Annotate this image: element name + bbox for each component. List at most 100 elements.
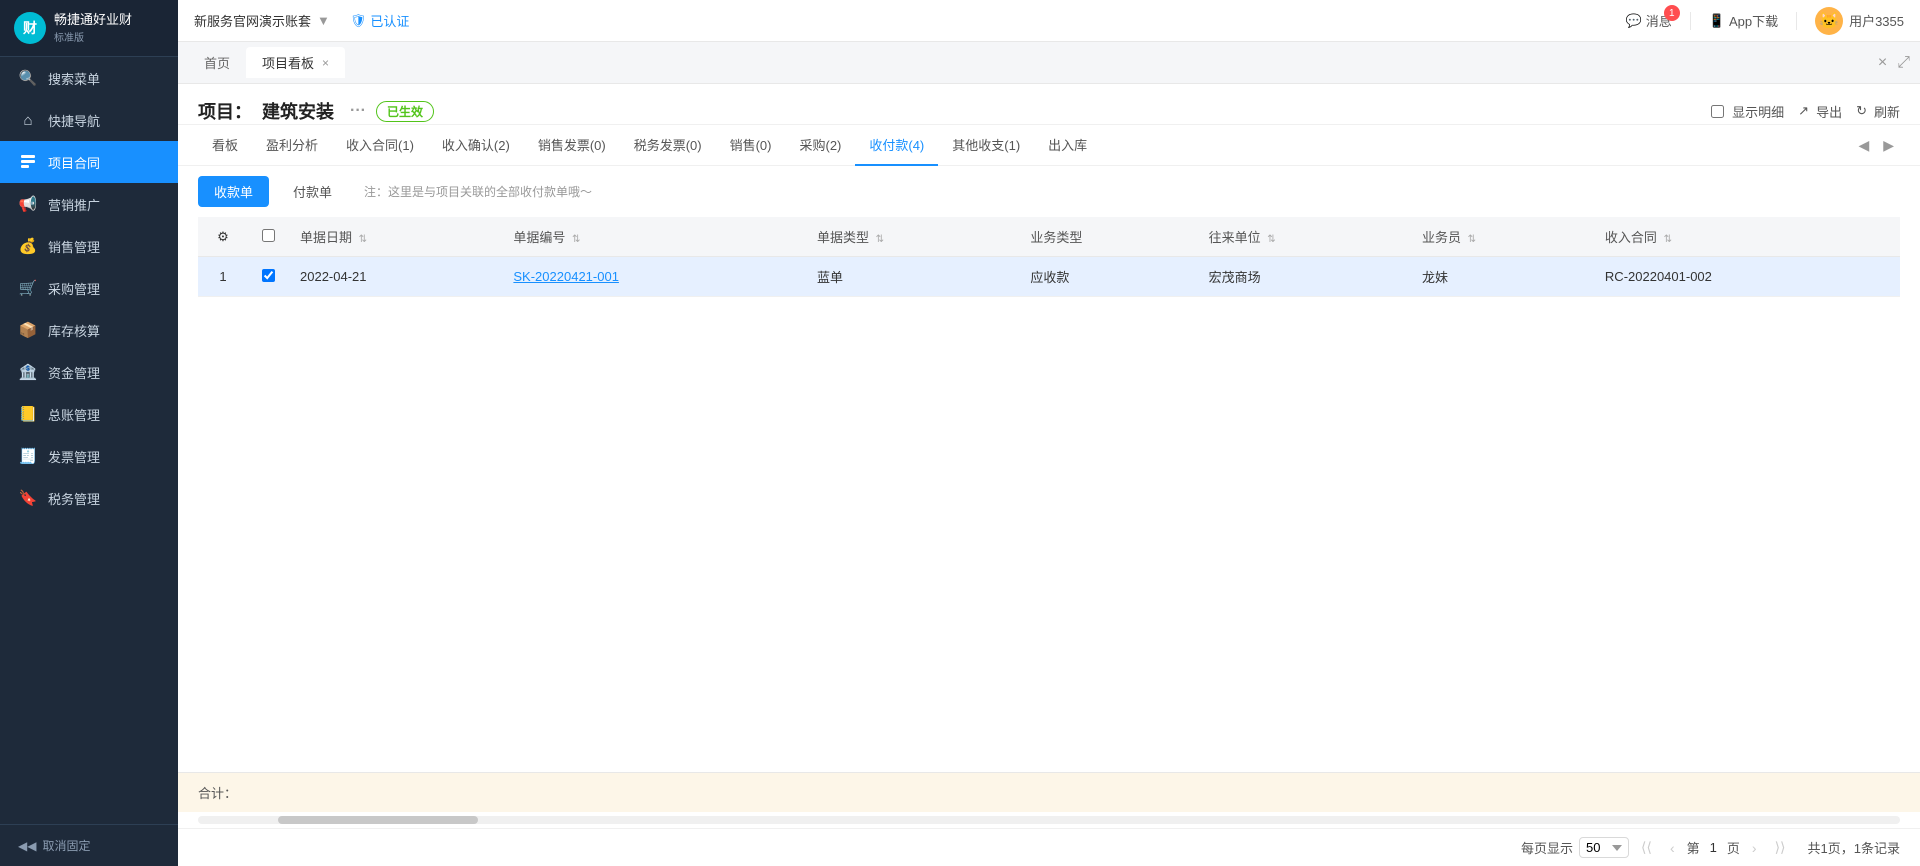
sidebar-item-fund[interactable]: 🏦 资金管理	[0, 351, 178, 393]
sort-icon6: ⇅	[1664, 234, 1672, 245]
sidebar-item-tax[interactable]: 🔖 税务管理	[0, 477, 178, 519]
row-partner: 宏茂商场	[1197, 257, 1410, 297]
show-detail-toggle[interactable]: 显示明细	[1711, 102, 1784, 121]
page-size-select[interactable]: 50 100 200	[1579, 837, 1629, 858]
message-icon: 💬	[1626, 13, 1642, 29]
app-logo-text: 畅捷通好业财 标准版	[54, 12, 132, 44]
row-salesman: 龙妹	[1410, 257, 1593, 297]
row-checkbox-cell	[248, 257, 288, 297]
sidebar-item-purchase[interactable]: 🛒 采购管理	[0, 267, 178, 309]
col-partner[interactable]: 往来单位 ⇅	[1197, 217, 1410, 257]
prev-page-button[interactable]: ‹	[1664, 838, 1681, 858]
divider	[1690, 12, 1691, 30]
avatar: 🐱	[1815, 7, 1843, 35]
sub-tabs-arrows: ◀ ▶	[1852, 133, 1900, 158]
inner-tab-payment[interactable]: 付款单	[277, 176, 348, 207]
divider2	[1796, 12, 1797, 30]
page-title: 项目：建筑安装 ··· 已生效	[198, 98, 434, 124]
sidebar-scroll: 🔍 搜索菜单 ⌂ 快捷导航 项目合同 📢 营销推广 💰 销售管理 🛒 采购管理 …	[0, 57, 178, 824]
col-salesman[interactable]: 业务员 ⇅	[1410, 217, 1593, 257]
next-page-button[interactable]: ›	[1746, 838, 1763, 858]
shield-icon: 🛡	[350, 13, 367, 29]
tab-close-icon[interactable]: ×	[322, 56, 329, 70]
col-setting[interactable]: ⚙	[198, 217, 248, 257]
col-biz-type: 业务类型	[1018, 217, 1196, 257]
app-download-button[interactable]: 📱 App下载	[1709, 11, 1778, 30]
sub-tabs-prev-button[interactable]: ◀	[1852, 133, 1875, 158]
sort-icon2: ⇅	[572, 234, 580, 245]
sub-tab-sales-invoice[interactable]: 销售发票(0)	[524, 125, 620, 166]
sidebar-item-invoice[interactable]: 🧾 发票管理	[0, 435, 178, 477]
tab-project-board[interactable]: 项目看板 ×	[246, 47, 345, 78]
row-checkbox[interactable]	[262, 269, 275, 282]
account-dropdown-icon: ▼	[317, 13, 330, 28]
col-bill-no[interactable]: 单据编号 ⇅	[501, 217, 805, 257]
sub-tab-tax-invoice[interactable]: 税务发票(0)	[620, 125, 716, 166]
show-detail-checkbox[interactable]	[1711, 105, 1724, 118]
row-num: 1	[198, 257, 248, 297]
sub-tab-profit[interactable]: 盈利分析	[252, 125, 332, 166]
sidebar-item-quicknav[interactable]: ⌂ 快捷导航	[0, 99, 178, 141]
sub-tab-payment[interactable]: 收付款(4)	[855, 125, 938, 166]
col-date[interactable]: 单据日期 ⇅	[288, 217, 501, 257]
ledger-icon: 📒	[18, 404, 38, 424]
last-page-button[interactable]: ⟩⟩	[1769, 837, 1792, 858]
first-page-button[interactable]: ⟨⟨	[1635, 837, 1658, 858]
sub-tab-sales[interactable]: 销售(0)	[716, 125, 786, 166]
phone-icon: 📱	[1709, 13, 1725, 29]
sub-tabs-next-button[interactable]: ▶	[1877, 133, 1900, 158]
more-options-button[interactable]: ···	[350, 102, 366, 120]
topbar-left: 新服务官网演示账套 ▼ 🛡 已认证	[194, 11, 1626, 30]
sub-tab-purchase[interactable]: 采购(2)	[785, 125, 855, 166]
sidebar-item-ledger[interactable]: 📒 总账管理	[0, 393, 178, 435]
page-size-label: 每页显示	[1521, 838, 1573, 857]
close-window-button[interactable]: ×	[1878, 54, 1887, 72]
sidebar: 财 畅捷通好业财 标准版 🔍 搜索菜单 ⌂ 快捷导航 项目合同 📢 营销推广 💰…	[0, 0, 178, 866]
total-label: 合计：	[198, 783, 237, 802]
scrollbar-thumb[interactable]	[278, 816, 478, 824]
sub-tab-income-contract[interactable]: 收入合同(1)	[332, 125, 428, 166]
messages-button[interactable]: 💬 消息 1	[1626, 11, 1672, 30]
sidebar-item-marketing[interactable]: 📢 营销推广	[0, 183, 178, 225]
sort-icon3: ⇅	[876, 234, 884, 245]
page-end-label: 页	[1727, 838, 1740, 857]
sidebar-item-sales[interactable]: 💰 销售管理	[0, 225, 178, 267]
row-date: 2022-04-21	[288, 257, 501, 297]
col-contract[interactable]: 收入合同 ⇅	[1593, 217, 1900, 257]
sub-tab-inout[interactable]: 出入库	[1034, 125, 1101, 166]
table-footer: 合计：	[178, 772, 1920, 812]
invoice-icon: 🧾	[18, 446, 38, 466]
search-icon: 🔍	[18, 68, 38, 88]
inventory-icon: 📦	[18, 320, 38, 340]
table-row[interactable]: 1 2022-04-21 SK-20220421-001 蓝单 应收款 宏茂商场…	[198, 257, 1900, 297]
sidebar-item-project[interactable]: 项目合同	[0, 141, 178, 183]
current-page: 1	[1706, 840, 1721, 855]
col-bill-type[interactable]: 单据类型 ⇅	[805, 217, 1018, 257]
row-bill-no[interactable]: SK-20220421-001	[501, 257, 805, 297]
export-icon: ↗	[1798, 103, 1809, 119]
account-selector[interactable]: 新服务官网演示账套 ▼	[194, 11, 330, 30]
sidebar-item-inventory[interactable]: 📦 库存核算	[0, 309, 178, 351]
user-menu[interactable]: 🐱 用户3355	[1815, 7, 1904, 35]
horizontal-scrollbar[interactable]	[178, 812, 1920, 828]
pagination: 每页显示 50 100 200 ⟨⟨ ‹ 第 1 页 › ⟩⟩ 共1页，1条记录	[178, 828, 1920, 866]
select-all-checkbox[interactable]	[262, 229, 275, 242]
export-button[interactable]: ↗ 导出	[1798, 102, 1842, 121]
tax-icon: 🔖	[18, 488, 38, 508]
col-checkbox	[248, 217, 288, 257]
messages-badge: 1	[1664, 5, 1680, 21]
sidebar-unpin-button[interactable]: ◀◀ 取消固定	[0, 824, 178, 866]
fullscreen-button[interactable]: ⤢	[1897, 54, 1910, 72]
table-header-row: ⚙ 单据日期 ⇅ 单据编号 ⇅ 单据类型	[198, 217, 1900, 257]
refresh-button[interactable]: ↻ 刷新	[1856, 102, 1900, 121]
tab-home[interactable]: 首页	[188, 47, 246, 78]
sort-icon5: ⇅	[1468, 234, 1476, 245]
inner-tab-receipt[interactable]: 收款单	[198, 176, 269, 207]
topbar-right: 💬 消息 1 📱 App下载 🐱 用户3355	[1626, 7, 1904, 35]
sub-tab-income-confirm[interactable]: 收入确认(2)	[428, 125, 524, 166]
sub-tab-board[interactable]: 看板	[198, 125, 252, 166]
inner-tabs: 收款单 付款单 注：这里是与项目关联的全部收付款单哦～	[178, 166, 1920, 207]
sub-tab-other[interactable]: 其他收支(1)	[938, 125, 1034, 166]
status-badge: 已生效	[376, 101, 434, 122]
sidebar-item-search[interactable]: 🔍 搜索菜单	[0, 57, 178, 99]
